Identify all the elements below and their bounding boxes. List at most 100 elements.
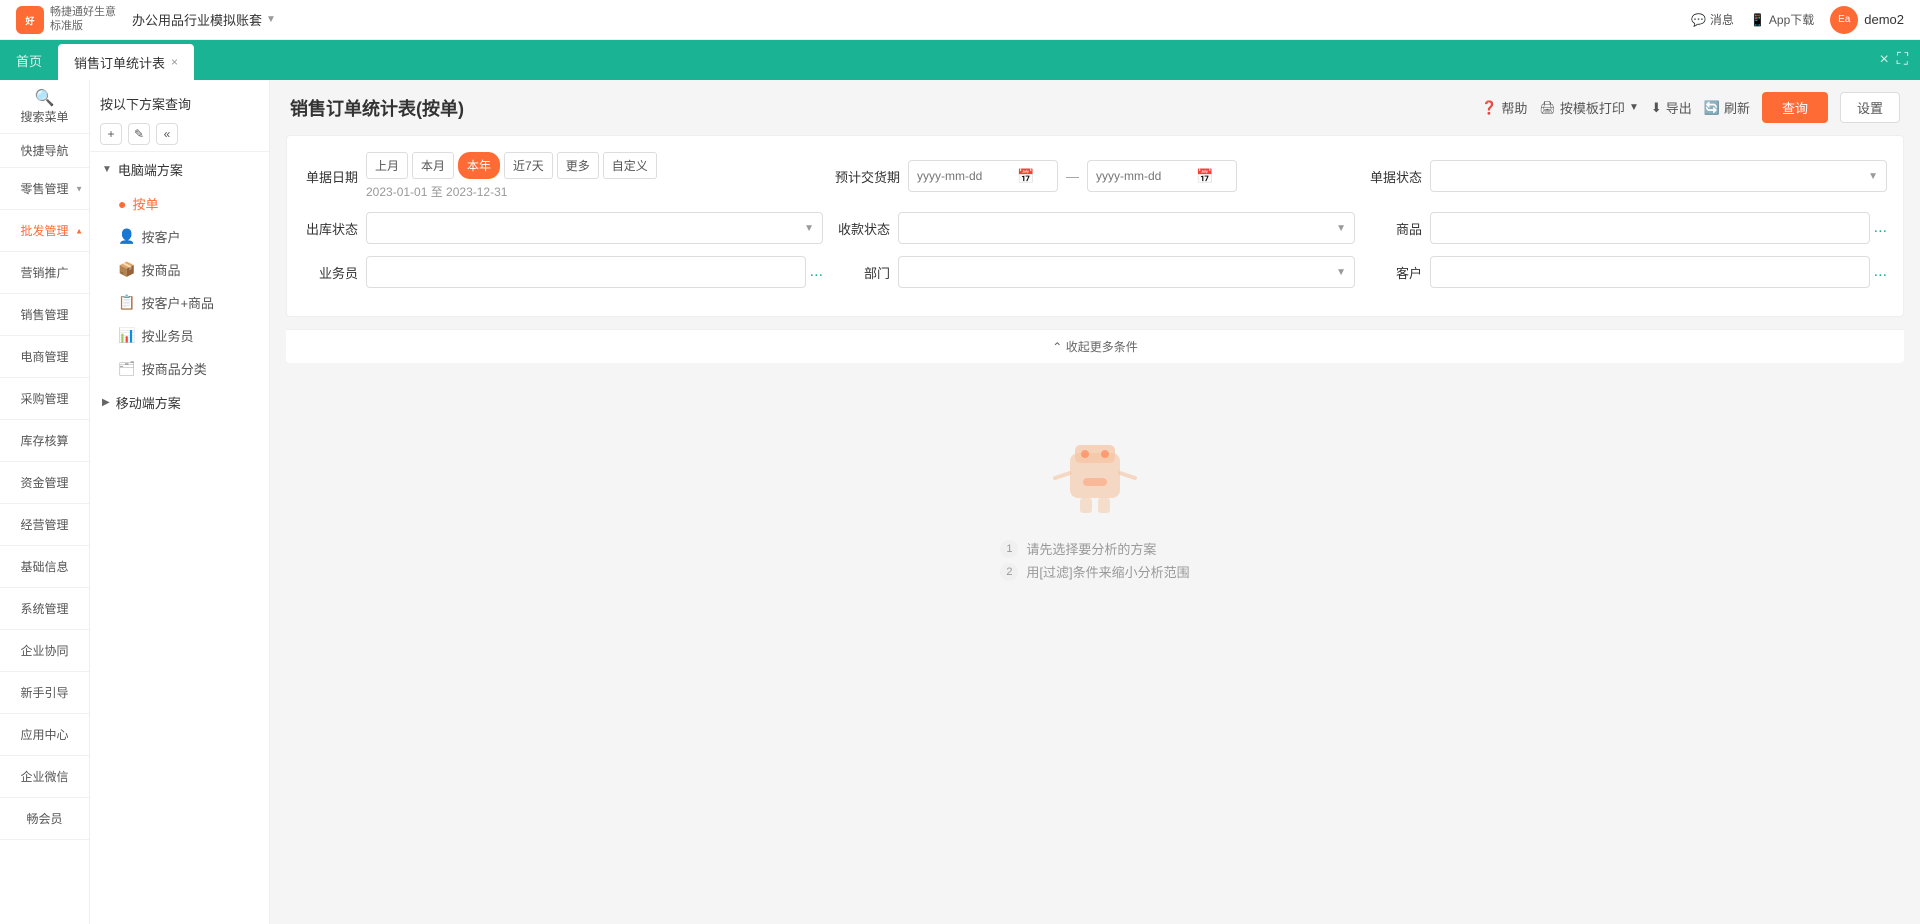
expected-date-end-wrap: 📅 bbox=[1087, 160, 1237, 192]
salesman-select[interactable] bbox=[366, 256, 806, 288]
by-customer-goods-icon: 📋 bbox=[118, 294, 135, 311]
date-btn-custom[interactable]: 自定义 bbox=[603, 152, 657, 179]
tab-close-icon[interactable]: × bbox=[171, 55, 178, 69]
filter-goods-field: 商品 ... bbox=[1367, 212, 1887, 244]
date-quick-select: 上月 本月 本年 近7天 更多 自定义 bbox=[366, 152, 823, 179]
app-download-button[interactable]: 📱 App下载 bbox=[1750, 11, 1814, 28]
top-bar-right: 💬 消息 📱 App下载 Ea demo2 bbox=[1691, 6, 1904, 34]
hint-num-1: 1 bbox=[1000, 540, 1018, 558]
sidebar-item-ecommerce[interactable]: 电商管理 bbox=[0, 336, 89, 378]
panel-item-by-salesman[interactable]: 📊 按业务员 bbox=[90, 319, 269, 352]
dept-arrow-icon: ▼ bbox=[1336, 267, 1346, 278]
panel-edit-button[interactable]: ✎ bbox=[128, 123, 150, 145]
query-button[interactable]: 查询 bbox=[1762, 92, 1828, 123]
payment-status-arrow-icon: ▼ bbox=[1336, 223, 1346, 234]
sidebar-item-purchase[interactable]: 采购管理 bbox=[0, 378, 89, 420]
by-goods-category-icon: 🗂 bbox=[118, 360, 136, 377]
panel-item-by-customer-goods[interactable]: 📋 按客户+商品 bbox=[90, 286, 269, 319]
date-btn-this-month[interactable]: 本月 bbox=[412, 152, 454, 179]
sidebar-item-marketing[interactable]: 营销推广 bbox=[0, 252, 89, 294]
goods-more-icon[interactable]: ... bbox=[1874, 219, 1887, 237]
window-maximize-button[interactable]: ⛶ bbox=[1897, 51, 1908, 69]
date-btn-more[interactable]: 更多 bbox=[557, 152, 599, 179]
payment-status-select[interactable]: ▼ bbox=[898, 212, 1355, 244]
expected-date-end-input[interactable] bbox=[1096, 169, 1196, 183]
print-button[interactable]: 🖨 按模板打印 ▼ bbox=[1539, 98, 1638, 117]
sidebar-item-wechat[interactable]: 企业微信 bbox=[0, 756, 89, 798]
sidebar-item-newbie[interactable]: 新手引导 bbox=[0, 672, 89, 714]
tab-bar-actions: × ⛶ bbox=[1879, 51, 1920, 69]
sidebar-item-system[interactable]: 系统管理 bbox=[0, 588, 89, 630]
customer-select[interactable] bbox=[1430, 256, 1870, 288]
filter-expected-date-field: 预计交货期 📅 — 📅 bbox=[835, 152, 1355, 200]
collapse-button[interactable]: ⌃ 收起更多条件 bbox=[286, 329, 1904, 363]
panel-section-mobile-title[interactable]: ▶ 移动端方案 bbox=[90, 385, 269, 420]
setting-button[interactable]: 设置 bbox=[1840, 92, 1900, 123]
sidebar-item-sales[interactable]: 销售管理 bbox=[0, 294, 89, 336]
salesman-more-icon[interactable]: ... bbox=[810, 263, 823, 281]
sidebar-item-member[interactable]: 畅会员 bbox=[0, 798, 89, 840]
sidebar-item-corp-collab[interactable]: 企业协同 bbox=[0, 630, 89, 672]
status-select[interactable]: ▼ bbox=[1430, 160, 1887, 192]
date-range-display: 2023-01-01 至 2023-12-31 bbox=[366, 183, 823, 200]
user-name: demo2 bbox=[1864, 12, 1904, 27]
left-panel: 按以下方案查询 + ✎ « ▼ 电脑端方案 ● bbox=[90, 80, 270, 924]
help-button[interactable]: ❓ 帮助 bbox=[1481, 98, 1527, 117]
out-status-label: 出库状态 bbox=[303, 219, 358, 238]
tab-active[interactable]: 销售订单统计表 × bbox=[58, 44, 194, 80]
sidebar-item-search[interactable]: 🔍 搜索菜单 bbox=[0, 80, 89, 134]
export-button[interactable]: ⬇ 导出 bbox=[1651, 98, 1692, 117]
print-dropdown-icon: ▼ bbox=[1629, 102, 1639, 113]
goods-select[interactable] bbox=[1430, 212, 1870, 244]
app-selector[interactable]: 办公用品行业模拟账套 ▼ bbox=[124, 6, 284, 33]
user-profile[interactable]: Ea demo2 bbox=[1830, 6, 1904, 34]
calendar-end-icon[interactable]: 📅 bbox=[1196, 168, 1213, 185]
sidebar-item-retail[interactable]: 零售管理 bbox=[0, 168, 89, 210]
sidebar: 🔍 搜索菜单 快捷导航 零售管理 批发管理 营销推广 销售管理 电商管理 采购管… bbox=[0, 80, 90, 924]
collapse-icon: ⌃ bbox=[1052, 340, 1065, 354]
hint-num-2: 2 bbox=[1000, 563, 1018, 581]
sidebar-item-operation[interactable]: 经营管理 bbox=[0, 504, 89, 546]
sidebar-item-app-center[interactable]: 应用中心 bbox=[0, 714, 89, 756]
out-status-select[interactable]: ▼ bbox=[366, 212, 823, 244]
sidebar-item-inventory[interactable]: 库存核算 bbox=[0, 420, 89, 462]
refresh-button[interactable]: 🔄 刷新 bbox=[1704, 98, 1750, 117]
sidebar-item-basic[interactable]: 基础信息 bbox=[0, 546, 89, 588]
filter-salesman-field: 业务员 ... bbox=[303, 256, 823, 288]
filter-row-1: 单据日期 上月 本月 本年 近7天 更多 自定义 2023-01-01 至 20… bbox=[303, 152, 1887, 200]
panel-item-by-customer[interactable]: 👤 按客户 bbox=[90, 220, 269, 253]
filter-area: 单据日期 上月 本月 本年 近7天 更多 自定义 2023-01-01 至 20… bbox=[286, 135, 1904, 317]
empty-hints: 1 请先选择要分析的方案 2 用[过滤]条件来缩小分析范围 bbox=[1000, 539, 1189, 585]
panel-item-by-goods-category[interactable]: 🗂 按商品分类 bbox=[90, 352, 269, 385]
salesman-label: 业务员 bbox=[303, 263, 358, 282]
panel-item-by-goods[interactable]: 📦 按商品 bbox=[90, 253, 269, 286]
empty-hint-2: 2 用[过滤]条件来缩小分析范围 bbox=[1000, 562, 1189, 581]
dept-select[interactable]: ▼ bbox=[898, 256, 1355, 288]
message-button[interactable]: 💬 消息 bbox=[1691, 11, 1734, 28]
logo-area: 好 畅捷通好生意 标准版 bbox=[16, 6, 116, 34]
status-arrow-icon: ▼ bbox=[1868, 171, 1878, 182]
out-status-arrow-icon: ▼ bbox=[804, 223, 814, 234]
panel-add-button[interactable]: + bbox=[100, 123, 122, 145]
filter-dept-field: 部门 ▼ bbox=[835, 256, 1355, 288]
panel-collapse-button[interactable]: « bbox=[156, 123, 178, 145]
page-content: 销售订单统计表(按单) ❓ 帮助 🖨 按模板打印 ▼ ⬇ 导出 bbox=[270, 80, 1920, 924]
by-goods-icon: 📦 bbox=[118, 261, 135, 278]
sidebar-item-wholesale[interactable]: 批发管理 bbox=[0, 210, 89, 252]
status-label: 单据状态 bbox=[1367, 167, 1422, 186]
date-btn-last-month[interactable]: 上月 bbox=[366, 152, 408, 179]
expected-date-start-input[interactable] bbox=[917, 169, 1017, 183]
sidebar-item-finance[interactable]: 资金管理 bbox=[0, 462, 89, 504]
tab-home[interactable]: 首页 bbox=[0, 40, 58, 80]
print-icon: 🖨 bbox=[1539, 100, 1556, 116]
panel-item-by-order[interactable]: ● 按单 bbox=[90, 187, 269, 220]
sidebar-item-quicknav[interactable]: 快捷导航 bbox=[0, 134, 89, 168]
date-btn-this-year[interactable]: 本年 bbox=[458, 152, 500, 179]
customer-more-icon[interactable]: ... bbox=[1874, 263, 1887, 281]
mobile-section-expand-icon: ▶ bbox=[102, 397, 110, 408]
top-bar: 好 畅捷通好生意 标准版 办公用品行业模拟账套 ▼ 💬 消息 📱 App下载 E… bbox=[0, 0, 1920, 40]
panel-section-pc-title[interactable]: ▼ 电脑端方案 bbox=[90, 152, 269, 187]
calendar-start-icon[interactable]: 📅 bbox=[1017, 168, 1034, 185]
window-close-button[interactable]: × bbox=[1879, 51, 1888, 69]
date-btn-7days[interactable]: 近7天 bbox=[504, 152, 553, 179]
